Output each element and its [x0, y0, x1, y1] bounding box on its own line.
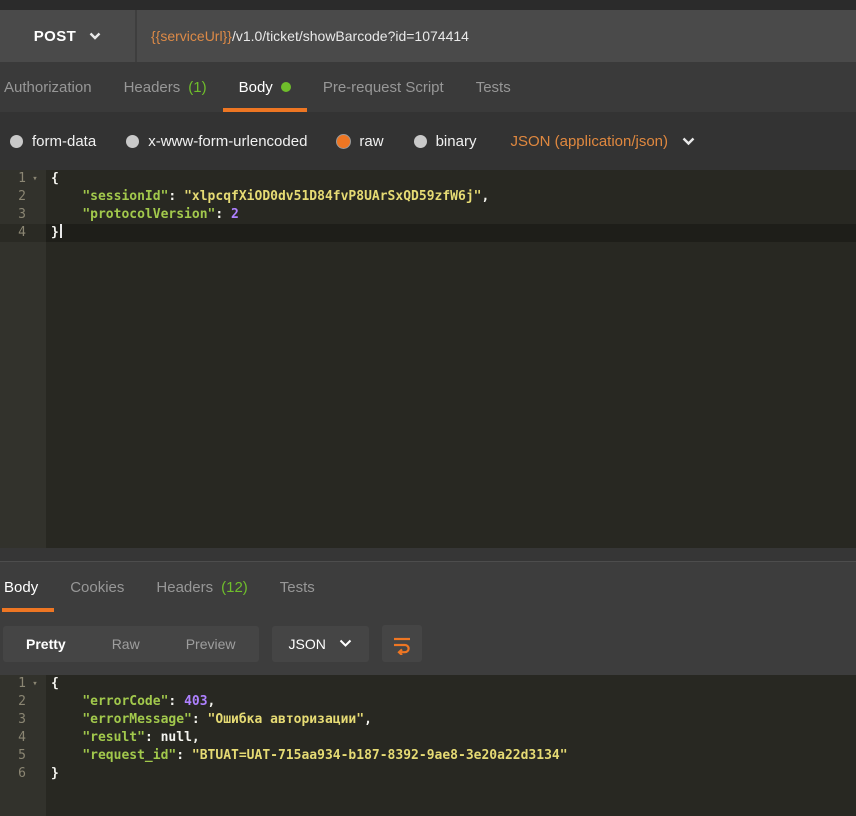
tab-cookies[interactable]: Cookies — [54, 562, 140, 612]
tab-headers[interactable]: Headers (1) — [108, 62, 223, 112]
response-tabs: Body Cookies Headers (12) Tests — [0, 562, 856, 612]
response-format-dropdown[interactable]: JSON — [271, 625, 369, 662]
tab-label: Tests — [279, 578, 315, 596]
tab-label: Tests — [475, 78, 511, 96]
chevron-down-icon — [339, 639, 352, 647]
radio-raw[interactable]: raw — [337, 132, 384, 150]
window-top-strip — [0, 0, 856, 10]
format-label: JSON — [288, 635, 326, 652]
content-type-label: JSON (application/json) — [510, 132, 669, 150]
editor-line[interactable]: 3 "protocolVersion": 2 — [0, 206, 856, 224]
url-variable: {{serviceUrl}} — [151, 28, 232, 44]
tab-pre-request-script[interactable]: Pre-request Script — [307, 62, 460, 112]
response-headers-count-badge: (12) — [221, 578, 248, 596]
line-number-gutter: 4 — [0, 729, 46, 747]
response-toolbar: Pretty Raw Preview JSON — [0, 612, 856, 675]
line-number-gutter: 5 — [0, 747, 46, 765]
response-section: Body Cookies Headers (12) Tests Pretty R… — [0, 562, 856, 816]
tab-label: Pre-request Script — [322, 78, 444, 96]
tab-label: Headers — [123, 78, 181, 96]
line-number-gutter: 3 — [0, 711, 46, 729]
editor-line[interactable]: 4 "result": null, — [0, 729, 856, 747]
wrap-text-icon — [393, 637, 410, 655]
radio-circle-icon — [126, 134, 140, 148]
radio-label: form-data — [32, 132, 97, 150]
body-present-dot-icon — [280, 82, 291, 92]
request-url-bar: POST {{serviceUrl}}/v1.0/ticket/showBarc… — [0, 10, 856, 62]
editor-line[interactable]: 4} — [0, 224, 856, 242]
url-input[interactable]: {{serviceUrl}}/v1.0/ticket/showBarcode?i… — [137, 10, 856, 62]
editor-line[interactable]: 5 "request_id": "BTUAT=UAT-715aa934-b187… — [0, 747, 856, 765]
editor-line[interactable]: 1 ▾{ — [0, 675, 856, 693]
tab-response-headers[interactable]: Headers (12) — [140, 562, 263, 612]
api-client-window: POST {{serviceUrl}}/v1.0/ticket/showBarc… — [0, 0, 856, 816]
tab-tests[interactable]: Tests — [460, 62, 527, 112]
editor-line[interactable]: 3 "errorMessage": "Ошибка авторизации", — [0, 711, 856, 729]
tab-label: Body — [4, 578, 39, 596]
tab-response-body[interactable]: Body — [2, 562, 55, 612]
request-tabs: Authorization Headers (1) Body Pre-reque… — [0, 62, 856, 112]
radio-label: x-www-form-urlencoded — [148, 132, 308, 150]
line-number-gutter: 2 — [0, 693, 46, 711]
radio-x-www-form-urlencoded[interactable]: x-www-form-urlencoded — [126, 133, 307, 150]
headers-count-badge: (1) — [188, 78, 207, 96]
radio-label: binary — [435, 132, 477, 150]
radio-form-data[interactable]: form-data — [10, 133, 96, 150]
response-body-editor[interactable]: 1 ▾{2 "errorCode": 403, 3 "errorMessage": … — [0, 675, 856, 816]
line-number-gutter: 4 — [0, 224, 46, 242]
editor-empty-area[interactable] — [0, 242, 856, 548]
wrap-text-button[interactable] — [381, 625, 422, 662]
editor-line[interactable]: 6} — [0, 765, 856, 783]
view-mode-raw[interactable]: Raw — [89, 626, 163, 662]
content-type-dropdown[interactable]: JSON (application/json) — [510, 133, 695, 150]
tab-label: Cookies — [70, 578, 125, 596]
url-path: /v1.0/ticket/showBarcode?id=1074414 — [231, 28, 469, 44]
radio-circle-icon — [10, 134, 23, 148]
tab-response-tests[interactable]: Tests — [264, 562, 331, 612]
panel-divider[interactable] — [0, 548, 856, 562]
view-mode-group: Pretty Raw Preview — [3, 625, 259, 662]
radio-binary[interactable]: binary — [413, 132, 477, 150]
method-selector[interactable]: POST — [0, 10, 137, 62]
tab-label: Body — [238, 78, 273, 96]
chevron-down-icon — [682, 137, 695, 145]
view-mode-preview[interactable]: Preview — [163, 626, 259, 662]
fold-arrow-icon[interactable]: ▾ — [26, 170, 44, 188]
method-label: POST — [33, 27, 77, 45]
editor-line[interactable]: 2 "sessionId": "xlpcqfXiOD0dv51D84fvP8UA… — [0, 188, 856, 206]
radio-label: raw — [359, 132, 384, 150]
request-body-editor[interactable]: 1 ▾{2 "sessionId": "xlpcqfXiOD0dv51D84fvP… — [0, 170, 856, 548]
line-number-gutter: 1 ▾ — [0, 675, 46, 693]
tab-body[interactable]: Body — [222, 62, 307, 112]
text-cursor — [59, 224, 62, 238]
tab-label: Headers — [156, 578, 214, 596]
line-number-gutter: 6 — [0, 765, 46, 783]
view-mode-pretty[interactable]: Pretty — [3, 626, 89, 662]
editor-empty-area[interactable] — [0, 783, 856, 816]
line-number-gutter: 1 ▾ — [0, 170, 46, 188]
fold-arrow-icon[interactable]: ▾ — [26, 675, 44, 693]
tab-authorization[interactable]: Authorization — [2, 62, 108, 112]
tab-label: Authorization — [4, 78, 92, 96]
editor-line[interactable]: 2 "errorCode": 403, — [0, 693, 856, 711]
chevron-down-icon — [89, 32, 101, 40]
line-number-gutter: 2 — [0, 188, 46, 206]
line-number-gutter: 3 — [0, 206, 46, 224]
body-type-bar: form-data x-www-form-urlencoded raw bina… — [0, 112, 856, 170]
editor-line[interactable]: 1 ▾{ — [0, 170, 856, 188]
radio-selected-icon — [337, 134, 351, 148]
radio-circle-icon — [413, 134, 427, 148]
